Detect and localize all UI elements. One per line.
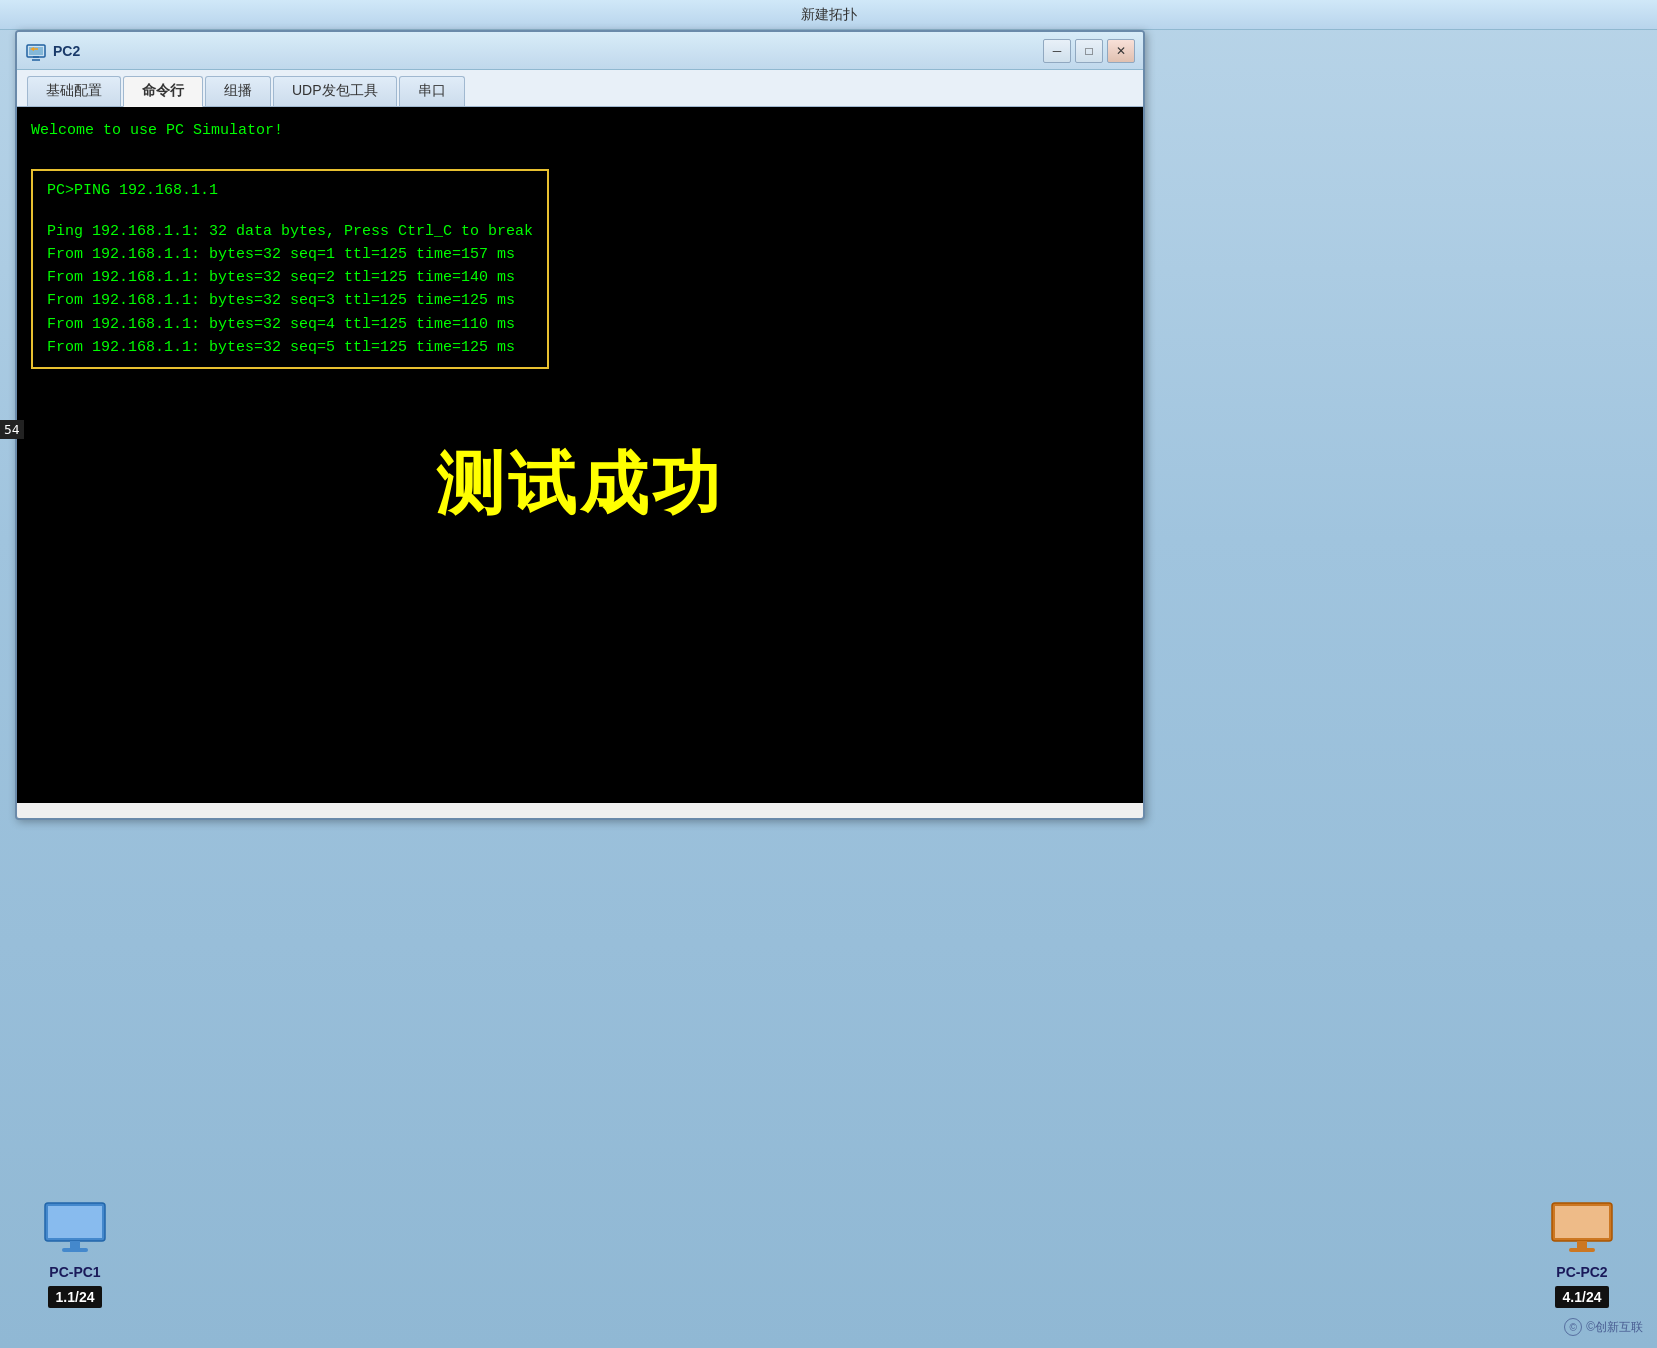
tab-basic-config[interactable]: 基础配置 (27, 76, 121, 106)
tab-serial[interactable]: 串口 (399, 76, 465, 106)
svg-rect-12 (1577, 1241, 1587, 1249)
command-line: PC>PING 192.168.1.1 (47, 179, 533, 202)
ping-result-4: From 192.168.1.1: bytes=32 seq=4 ttl=125… (47, 313, 533, 336)
ping-result-2: From 192.168.1.1: bytes=32 seq=2 ttl=125… (47, 266, 533, 289)
pc2-window: PC2 ─ □ ✕ 基础配置 命令行 组播 UDP发包工具 串口 Welcome… (15, 30, 1145, 820)
app-titlebar: 新建拓扑 (0, 0, 1657, 30)
pc-right-item: PC-PC2 4.1/24 (1547, 1198, 1617, 1308)
svg-rect-9 (62, 1248, 88, 1252)
ping-header: Ping 192.168.1.1: 32 data bytes, Press C… (47, 220, 533, 243)
minimize-button[interactable]: ─ (1043, 39, 1071, 63)
ping-result-1: From 192.168.1.1: bytes=32 seq=1 ttl=125… (47, 243, 533, 266)
window-controls: ─ □ ✕ (1043, 39, 1135, 63)
pc-right-icon (1547, 1198, 1617, 1258)
tabs-bar: 基础配置 命令行 组播 UDP发包工具 串口 (17, 70, 1143, 107)
tab-udp-tool[interactable]: UDP发包工具 (273, 76, 397, 106)
pc-left-icon (40, 1198, 110, 1258)
tab-command-line[interactable]: 命令行 (123, 76, 203, 107)
svg-rect-11 (1555, 1206, 1609, 1238)
window-title: PC2 (53, 43, 1043, 59)
pc-right-badge: 4.1/24 (1555, 1286, 1610, 1308)
terminal-area[interactable]: Welcome to use PC Simulator! PC>PING 192… (17, 107, 1143, 803)
ping-result-5: From 192.168.1.1: bytes=32 seq=5 ttl=125… (47, 336, 533, 359)
svg-rect-3 (29, 47, 43, 55)
success-message: 测试成功 (31, 439, 1129, 530)
svg-rect-8 (70, 1241, 80, 1249)
watermark: © ©创新互联 (1564, 1318, 1643, 1336)
tab-multicast[interactable]: 组播 (205, 76, 271, 106)
pc-left-label: PC-PC1 (49, 1264, 100, 1280)
watermark-text: ©创新互联 (1586, 1319, 1643, 1336)
pc-right-label: PC-PC2 (1556, 1264, 1607, 1280)
pc2-icon (25, 40, 47, 62)
left-edge-number: 54 (0, 420, 24, 439)
svg-rect-7 (48, 1206, 102, 1238)
welcome-line: Welcome to use PC Simulator! (31, 119, 1129, 142)
maximize-button[interactable]: □ (1075, 39, 1103, 63)
ping-command-box: PC>PING 192.168.1.1 Ping 192.168.1.1: 32… (31, 169, 549, 369)
close-button[interactable]: ✕ (1107, 39, 1135, 63)
ping-result-3: From 192.168.1.1: bytes=32 seq=3 ttl=125… (47, 289, 533, 312)
watermark-icon: © (1564, 1318, 1582, 1336)
svg-rect-13 (1569, 1248, 1595, 1252)
pc-left-badge: 1.1/24 (48, 1286, 103, 1308)
pc-left-item: PC-PC1 1.1/24 (40, 1198, 110, 1308)
app-title: 新建拓扑 (801, 6, 857, 24)
window-titlebar: PC2 ─ □ ✕ (17, 32, 1143, 70)
